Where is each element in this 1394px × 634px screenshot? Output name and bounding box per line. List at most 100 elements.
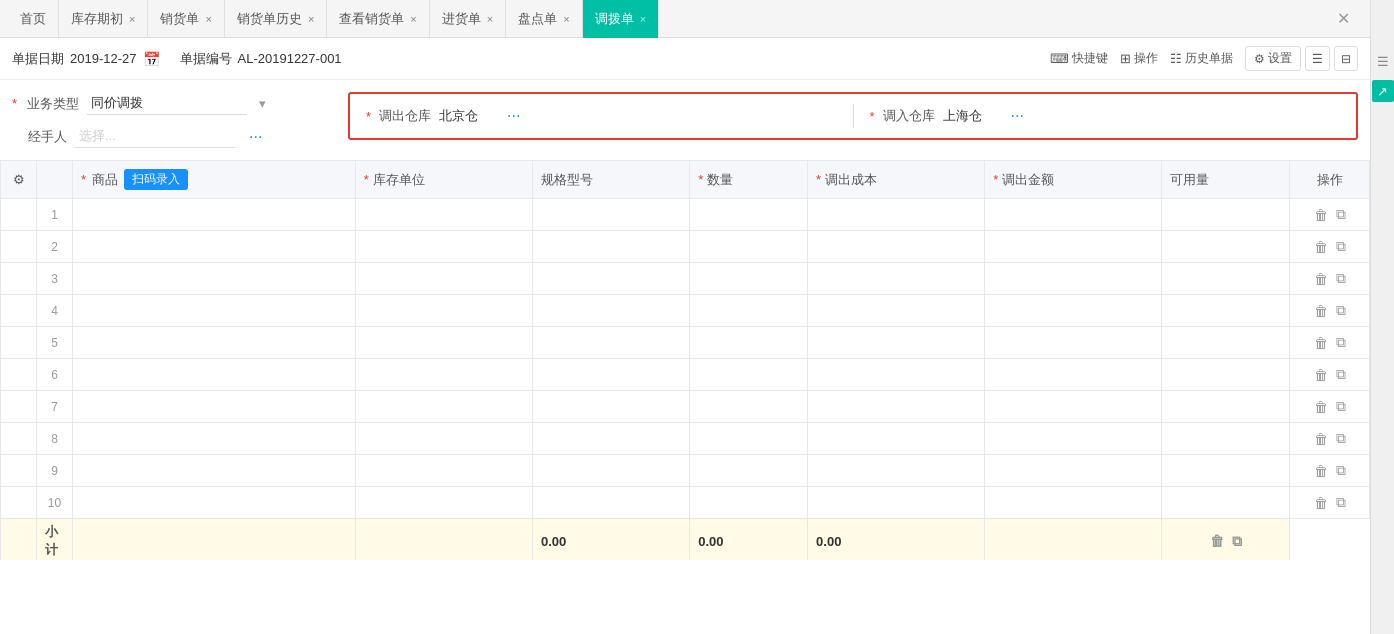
row-available-6[interactable] [1162, 359, 1290, 391]
row-copy-5[interactable]: ⧉ [1336, 334, 1346, 351]
row-spec-7[interactable] [532, 391, 689, 423]
row-goods-7[interactable] [73, 391, 356, 423]
row-unit-9[interactable] [355, 455, 532, 487]
close-sales-order[interactable]: × [205, 13, 211, 25]
row-delete-9[interactable]: 🗑 [1314, 463, 1328, 479]
tab-inventory-init[interactable]: 库存期初 × [59, 0, 148, 38]
row-unit-7[interactable] [355, 391, 532, 423]
row-delete-10[interactable]: 🗑 [1314, 495, 1328, 511]
tab-view-sales[interactable]: 查看销货单 × [327, 0, 429, 38]
handler-value[interactable]: 选择... [75, 125, 235, 148]
row-available-10[interactable] [1162, 487, 1290, 519]
row-available-9[interactable] [1162, 455, 1290, 487]
close-sales-history[interactable]: × [308, 13, 314, 25]
history-btn[interactable]: ☷ 历史单据 [1170, 50, 1233, 67]
row-cost-3[interactable] [808, 263, 985, 295]
row-cost-5[interactable] [808, 327, 985, 359]
close-inventory-init[interactable]: × [129, 13, 135, 25]
row-unit-6[interactable] [355, 359, 532, 391]
out-warehouse-value[interactable]: 北京仓 [439, 107, 499, 125]
row-cost-4[interactable] [808, 295, 985, 327]
row-qty-5[interactable] [690, 327, 808, 359]
row-spec-1[interactable] [532, 199, 689, 231]
row-amount-3[interactable] [985, 263, 1162, 295]
row-goods-5[interactable] [73, 327, 356, 359]
row-cost-7[interactable] [808, 391, 985, 423]
settings-button[interactable]: ⚙ 设置 [1245, 46, 1301, 71]
row-available-1[interactable] [1162, 199, 1290, 231]
row-delete-2[interactable]: 🗑 [1314, 239, 1328, 255]
row-available-8[interactable] [1162, 423, 1290, 455]
row-goods-10[interactable] [73, 487, 356, 519]
in-warehouse-more-btn[interactable]: ··· [1011, 107, 1024, 125]
sidebar-list-btn[interactable]: ☰ [1372, 50, 1394, 72]
row-spec-10[interactable] [532, 487, 689, 519]
row-qty-6[interactable] [690, 359, 808, 391]
row-qty-7[interactable] [690, 391, 808, 423]
calendar-icon[interactable]: 📅 [143, 51, 160, 67]
row-unit-8[interactable] [355, 423, 532, 455]
row-cost-6[interactable] [808, 359, 985, 391]
row-cost-2[interactable] [808, 231, 985, 263]
row-qty-9[interactable] [690, 455, 808, 487]
biz-type-dropdown[interactable]: ▾ [259, 96, 266, 111]
scan-entry-button[interactable]: 扫码录入 [124, 169, 188, 190]
row-available-7[interactable] [1162, 391, 1290, 423]
tab-purchase-order[interactable]: 进货单 × [430, 0, 506, 38]
biz-type-value[interactable]: 同价调拨 [87, 92, 247, 115]
row-cost-1[interactable] [808, 199, 985, 231]
row-cost-10[interactable] [808, 487, 985, 519]
row-goods-4[interactable] [73, 295, 356, 327]
row-copy-10[interactable]: ⧉ [1336, 494, 1346, 511]
layout-grid-button[interactable]: ⊟ [1334, 46, 1358, 71]
row-qty-10[interactable] [690, 487, 808, 519]
row-unit-2[interactable] [355, 231, 532, 263]
row-available-5[interactable] [1162, 327, 1290, 359]
subtotal-copy-icon[interactable]: ⧉ [1232, 533, 1242, 550]
row-amount-8[interactable] [985, 423, 1162, 455]
row-qty-4[interactable] [690, 295, 808, 327]
row-qty-1[interactable] [690, 199, 808, 231]
row-goods-9[interactable] [73, 455, 356, 487]
shortcuts-btn[interactable]: ⌨ 快捷键 [1050, 50, 1108, 67]
row-cost-9[interactable] [808, 455, 985, 487]
tab-home[interactable]: 首页 [8, 0, 59, 38]
close-view-sales[interactable]: × [410, 13, 416, 25]
row-spec-8[interactable] [532, 423, 689, 455]
row-copy-2[interactable]: ⧉ [1336, 238, 1346, 255]
row-delete-5[interactable]: 🗑 [1314, 335, 1328, 351]
row-amount-2[interactable] [985, 231, 1162, 263]
row-delete-1[interactable]: 🗑 [1314, 207, 1328, 223]
row-qty-2[interactable] [690, 231, 808, 263]
row-copy-7[interactable]: ⧉ [1336, 398, 1346, 415]
row-cost-8[interactable] [808, 423, 985, 455]
row-spec-2[interactable] [532, 231, 689, 263]
row-amount-9[interactable] [985, 455, 1162, 487]
row-unit-10[interactable] [355, 487, 532, 519]
in-warehouse-value[interactable]: 上海仓 [943, 107, 1003, 125]
row-goods-1[interactable] [73, 199, 356, 231]
row-spec-6[interactable] [532, 359, 689, 391]
row-unit-1[interactable] [355, 199, 532, 231]
row-amount-1[interactable] [985, 199, 1162, 231]
row-delete-8[interactable]: 🗑 [1314, 431, 1328, 447]
row-delete-4[interactable]: 🗑 [1314, 303, 1328, 319]
close-stocktake[interactable]: × [563, 13, 569, 25]
row-available-2[interactable] [1162, 231, 1290, 263]
sidebar-export-btn[interactable]: ↗ [1372, 80, 1394, 102]
row-available-4[interactable] [1162, 295, 1290, 327]
tab-stocktake[interactable]: 盘点单 × [506, 0, 582, 38]
close-transfer[interactable]: × [640, 13, 646, 25]
row-copy-8[interactable]: ⧉ [1336, 430, 1346, 447]
subtotal-delete-icon[interactable]: 🗑 [1210, 533, 1224, 549]
row-amount-6[interactable] [985, 359, 1162, 391]
row-delete-7[interactable]: 🗑 [1314, 399, 1328, 415]
row-available-3[interactable] [1162, 263, 1290, 295]
row-copy-6[interactable]: ⧉ [1336, 366, 1346, 383]
row-goods-8[interactable] [73, 423, 356, 455]
gear-column-header[interactable]: ⚙ [1, 161, 37, 199]
row-qty-8[interactable] [690, 423, 808, 455]
tab-sales-order[interactable]: 销货单 × [148, 0, 224, 38]
row-delete-6[interactable]: 🗑 [1314, 367, 1328, 383]
row-spec-9[interactable] [532, 455, 689, 487]
